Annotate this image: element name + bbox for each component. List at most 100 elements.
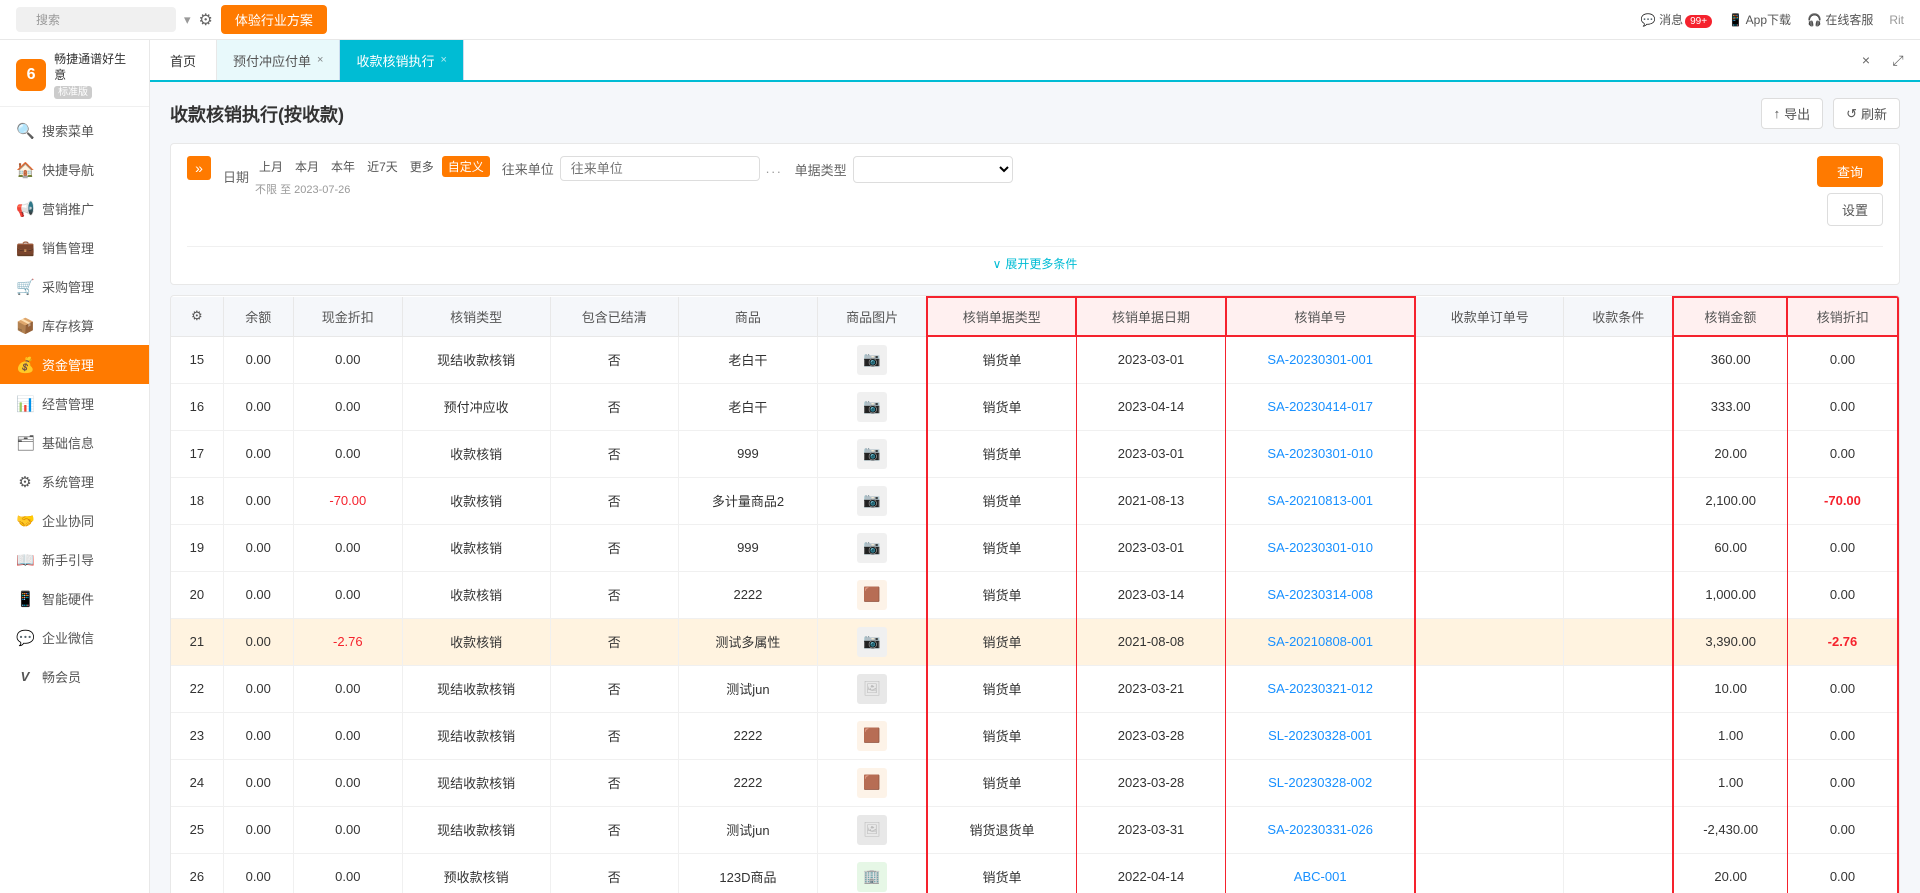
tab-prepay[interactable]: 预付冲应付单 × bbox=[217, 40, 340, 80]
td-row-num: 15 bbox=[171, 336, 223, 383]
verify-bill-no-link[interactable]: SA-20230321-012 bbox=[1267, 681, 1373, 696]
guide-icon: 📖 bbox=[16, 551, 34, 569]
tab-receipt[interactable]: 收款核销执行 × bbox=[340, 40, 463, 80]
expand-more-button[interactable]: ∨ 展开更多条件 bbox=[187, 246, 1883, 272]
td-verify-bill-type: 销货单 bbox=[927, 336, 1076, 383]
service-icon[interactable]: 🎧 在线客服 bbox=[1807, 11, 1873, 28]
th-verify-bill-no: 核销单号 bbox=[1226, 297, 1416, 336]
sidebar-item-finance[interactable]: 💰资金管理 bbox=[0, 345, 149, 384]
tab-home[interactable]: 首页 bbox=[150, 40, 217, 80]
top-bar: 搜索 ▾ ⚙ 体验行业方案 💬 消息99+ 📱 App下载 🎧 在线客服 Rit bbox=[0, 0, 1920, 40]
td-product-img: 📷 bbox=[818, 618, 928, 665]
td-receipt-condition bbox=[1564, 806, 1674, 853]
sidebar-item-member[interactable]: V畅会员 bbox=[0, 657, 149, 696]
tab-close-all-button[interactable]: × bbox=[1852, 46, 1880, 74]
message-icon[interactable]: 💬 消息99+ bbox=[1641, 11, 1712, 28]
search-bar[interactable]: 搜索 bbox=[16, 7, 176, 32]
td-product: 测试jun bbox=[678, 806, 817, 853]
app-download-icon[interactable]: 📱 App下载 bbox=[1728, 11, 1791, 28]
partner-input[interactable] bbox=[560, 156, 760, 181]
settings-button[interactable]: 设置 bbox=[1827, 193, 1883, 226]
td-include-settled: 否 bbox=[550, 618, 678, 665]
verify-bill-no-link[interactable]: SA-20230301-010 bbox=[1267, 446, 1373, 461]
td-cash-discount: 0.00 bbox=[293, 430, 402, 477]
tab-close-prepay[interactable]: × bbox=[317, 54, 323, 66]
verify-bill-no-link[interactable]: SA-20230301-010 bbox=[1267, 540, 1373, 555]
table-row: 25 0.00 0.00 现结收款核销 否 测试jun 🖼 销货退货单 2023… bbox=[171, 806, 1898, 853]
gear-icon[interactable]: ⚙ bbox=[199, 10, 213, 30]
td-row-num: 24 bbox=[171, 759, 223, 806]
sidebar-item-base[interactable]: 🗂基础信息 bbox=[0, 423, 149, 462]
sidebar-item-marketing[interactable]: 📢营销推广 bbox=[0, 189, 149, 228]
verify-bill-no-link[interactable]: SL-20230328-001 bbox=[1268, 728, 1372, 743]
sidebar-item-guide[interactable]: 📖新手引导 bbox=[0, 540, 149, 579]
td-verify-amount: 360.00 bbox=[1673, 336, 1787, 383]
td-balance: 0.00 bbox=[223, 712, 293, 759]
export-button[interactable]: ↑ 导出 bbox=[1761, 98, 1824, 129]
verify-bill-no-link[interactable]: SA-20230414-017 bbox=[1267, 399, 1373, 414]
sidebar-item-operation[interactable]: 📊经营管理 bbox=[0, 384, 149, 423]
td-product: 老白干 bbox=[678, 336, 817, 383]
table-row: 18 0.00 -70.00 收款核销 否 多计量商品2 📷 销货单 2021-… bbox=[171, 477, 1898, 524]
query-button[interactable]: 查询 bbox=[1817, 156, 1883, 187]
verify-bill-no-link[interactable]: SA-20210808-001 bbox=[1267, 634, 1373, 649]
date-this-year[interactable]: 本年 bbox=[327, 156, 359, 177]
industry-solution-button[interactable]: 体验行业方案 bbox=[221, 5, 327, 34]
page-header: 收款核销执行(按收款) ↑ 导出 ↺ 刷新 bbox=[170, 98, 1900, 129]
td-verify-type: 收款核销 bbox=[402, 618, 550, 665]
td-verify-amount: 2,100.00 bbox=[1673, 477, 1787, 524]
td-cash-discount: 0.00 bbox=[293, 383, 402, 430]
sidebar-item-inventory[interactable]: 📦库存核算 bbox=[0, 306, 149, 345]
td-verify-bill-no: SA-20230414-017 bbox=[1226, 383, 1416, 430]
sidebar-item-wechat[interactable]: 💬企业微信 bbox=[0, 618, 149, 657]
th-settings[interactable]: ⚙ bbox=[171, 297, 223, 336]
logo-icon: 6 bbox=[16, 59, 46, 91]
sidebar-item-sales[interactable]: 💼销售管理 bbox=[0, 228, 149, 267]
sidebar-item-search[interactable]: 🔍搜索菜单 bbox=[0, 111, 149, 150]
td-verify-bill-date: 2023-03-28 bbox=[1076, 759, 1225, 806]
date-7days[interactable]: 近7天 bbox=[363, 156, 402, 177]
voucher-type-select[interactable] bbox=[853, 156, 1013, 183]
sidebar-item-hardware[interactable]: 📱智能硬件 bbox=[0, 579, 149, 618]
td-cash-discount: 0.00 bbox=[293, 336, 402, 383]
td-verify-type: 现结收款核销 bbox=[402, 759, 550, 806]
date-custom[interactable]: 自定义 bbox=[442, 156, 490, 177]
verify-bill-no-link[interactable]: SA-20230331-026 bbox=[1267, 822, 1373, 837]
sidebar-item-quick[interactable]: 🏠快捷导航 bbox=[0, 150, 149, 189]
td-verify-type: 收款核销 bbox=[402, 430, 550, 477]
verify-bill-no-link[interactable]: SL-20230328-002 bbox=[1268, 775, 1372, 790]
table-row: 19 0.00 0.00 收款核销 否 999 📷 销货单 2023-03-01… bbox=[171, 524, 1898, 571]
hardware-icon: 📱 bbox=[16, 590, 34, 608]
td-product-img: 📷 bbox=[818, 477, 928, 524]
th-product: 商品 bbox=[678, 297, 817, 336]
date-more[interactable]: 更多 bbox=[406, 156, 438, 177]
filter-bar: » 日期 上月 本月 本年 近7天 更多 自定义 bbox=[170, 143, 1900, 285]
td-verify-bill-no: SA-20210813-001 bbox=[1226, 477, 1416, 524]
td-product: 老白干 bbox=[678, 383, 817, 430]
refresh-button[interactable]: ↺ 刷新 bbox=[1833, 98, 1900, 129]
date-this-month[interactable]: 本月 bbox=[291, 156, 323, 177]
td-verify-bill-type: 销货单 bbox=[927, 477, 1076, 524]
td-verify-discount: -2.76 bbox=[1787, 618, 1898, 665]
verify-bill-no-link[interactable]: SA-20230301-001 bbox=[1267, 352, 1373, 367]
td-product-img: 📷 bbox=[818, 336, 928, 383]
verify-bill-no-link[interactable]: SA-20230314-008 bbox=[1267, 587, 1373, 602]
table-row: 21 0.00 -2.76 收款核销 否 测试多属性 📷 销货单 2021-08… bbox=[171, 618, 1898, 665]
date-last-month[interactable]: 上月 bbox=[255, 156, 287, 177]
sidebar-item-corp[interactable]: 🤝企业协同 bbox=[0, 501, 149, 540]
sidebar-item-purchase[interactable]: 🛒采购管理 bbox=[0, 267, 149, 306]
corp-icon: 🤝 bbox=[16, 512, 34, 530]
sidebar-item-system[interactable]: ⚙系统管理 bbox=[0, 462, 149, 501]
td-verify-bill-date: 2023-03-01 bbox=[1076, 524, 1225, 571]
tab-expand-button[interactable]: ⤢ bbox=[1884, 46, 1912, 74]
tab-close-receipt[interactable]: × bbox=[440, 54, 446, 66]
td-cash-discount: -70.00 bbox=[293, 477, 402, 524]
td-receipt-order-no bbox=[1415, 430, 1564, 477]
td-verify-discount: -70.00 bbox=[1787, 477, 1898, 524]
verify-bill-no-link[interactable]: ABC-001 bbox=[1294, 869, 1347, 884]
verify-bill-no-link[interactable]: SA-20210813-001 bbox=[1267, 493, 1373, 508]
user-avatar[interactable]: Rit bbox=[1889, 13, 1904, 27]
content-area: 首页 预付冲应付单 × 收款核销执行 × × ⤢ 收款核销执行(按收款) ↑ bbox=[150, 40, 1920, 893]
filter-toggle-button[interactable]: » bbox=[187, 156, 211, 180]
td-cash-discount: 0.00 bbox=[293, 759, 402, 806]
